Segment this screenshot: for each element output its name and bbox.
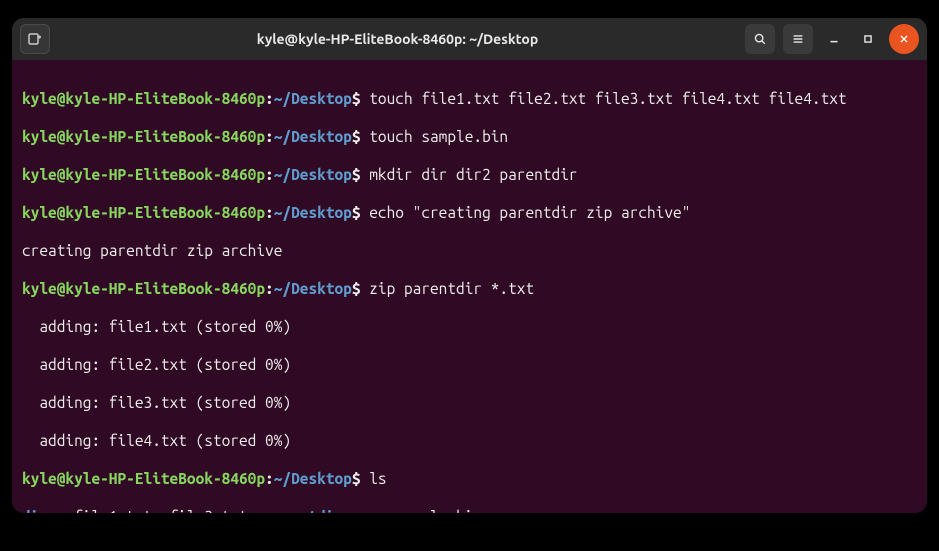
prompt-path: ~/Desktop — [274, 280, 352, 297]
search-button[interactable] — [745, 24, 775, 54]
minimize-icon — [827, 32, 841, 46]
terminal-line: kyle@kyle-HP-EliteBook-8460p:~/Desktop$ … — [22, 469, 917, 488]
prompt-colon: : — [265, 280, 274, 297]
terminal-line: kyle@kyle-HP-EliteBook-8460p:~/Desktop$ … — [22, 165, 917, 184]
output-line: adding: file4.txt (stored 0%) — [22, 431, 917, 450]
prompt-dollar: $ — [352, 204, 361, 221]
prompt-dollar: $ — [352, 166, 361, 183]
new-tab-icon — [27, 31, 43, 47]
command-text: touch sample.bin — [369, 128, 508, 145]
command-text: echo "creating parentdir zip archive" — [369, 204, 690, 221]
close-icon — [897, 32, 911, 46]
prompt-dollar: $ — [352, 128, 361, 145]
prompt-user: kyle@kyle-HP-EliteBook-8460p — [22, 128, 265, 145]
prompt-user: kyle@kyle-HP-EliteBook-8460p — [22, 90, 265, 107]
prompt-dollar: $ — [352, 470, 361, 487]
titlebar: kyle@kyle-HP-EliteBook-8460p: ~/Desktop — [12, 18, 927, 60]
output-line: creating parentdir zip archive — [22, 241, 917, 260]
prompt-dollar: $ — [352, 280, 361, 297]
prompt-path: ~/Desktop — [274, 90, 352, 107]
terminal-body[interactable]: kyle@kyle-HP-EliteBook-8460p:~/Desktop$ … — [12, 60, 927, 513]
ls-dir: parentdir — [265, 508, 343, 513]
terminal-line: kyle@kyle-HP-EliteBook-8460p:~/Desktop$ … — [22, 89, 917, 108]
maximize-icon — [861, 32, 875, 46]
terminal-line: kyle@kyle-HP-EliteBook-8460p:~/Desktop$ … — [22, 127, 917, 146]
prompt-colon: : — [265, 90, 274, 107]
prompt-path: ~/Desktop — [274, 166, 352, 183]
prompt-path: ~/Desktop — [274, 470, 352, 487]
prompt-dollar: $ — [352, 90, 361, 107]
prompt-user: kyle@kyle-HP-EliteBook-8460p — [22, 280, 265, 297]
new-tab-button[interactable] — [20, 24, 50, 54]
maximize-button[interactable] — [855, 26, 881, 52]
prompt-path: ~/Desktop — [274, 128, 352, 145]
ls-file: file1.txt — [74, 508, 152, 513]
titlebar-controls — [745, 24, 919, 54]
prompt-colon: : — [265, 470, 274, 487]
prompt-colon: : — [265, 166, 274, 183]
hamburger-icon — [791, 32, 805, 46]
command-text: mkdir dir dir2 parentdir — [369, 166, 577, 183]
command-text: zip parentdir *.txt — [369, 280, 534, 297]
title-text: kyle@kyle-HP-EliteBook-8460p: ~/Desktop — [58, 31, 737, 47]
ls-dir: dir — [22, 508, 48, 513]
output-line: adding: file2.txt (stored 0%) — [22, 355, 917, 374]
prompt-user: kyle@kyle-HP-EliteBook-8460p — [22, 166, 265, 183]
ls-file: sample.bin — [395, 508, 482, 513]
output-line: adding: file1.txt (stored 0%) — [22, 317, 917, 336]
command-text: touch file1.txt file2.txt file3.txt file… — [369, 90, 846, 107]
prompt-path: ~/Desktop — [274, 204, 352, 221]
prompt-user: kyle@kyle-HP-EliteBook-8460p — [22, 470, 265, 487]
output-line: adding: file3.txt (stored 0%) — [22, 393, 917, 412]
close-button[interactable] — [889, 24, 919, 54]
ls-file: file3.txt — [170, 508, 248, 513]
ls-output: dir file1.txt file3.txt parentdir sample… — [22, 507, 917, 513]
terminal-window: kyle@kyle-HP-EliteBook-8460p: ~/Desktop — [12, 18, 927, 513]
prompt-colon: : — [265, 204, 274, 221]
terminal-line: kyle@kyle-HP-EliteBook-8460p:~/Desktop$ … — [22, 279, 917, 298]
terminal-line: kyle@kyle-HP-EliteBook-8460p:~/Desktop$ … — [22, 203, 917, 222]
prompt-user: kyle@kyle-HP-EliteBook-8460p — [22, 204, 265, 221]
minimize-button[interactable] — [821, 26, 847, 52]
search-icon — [753, 32, 767, 46]
prompt-colon: : — [265, 128, 274, 145]
command-text: ls — [369, 470, 386, 487]
menu-button[interactable] — [783, 24, 813, 54]
